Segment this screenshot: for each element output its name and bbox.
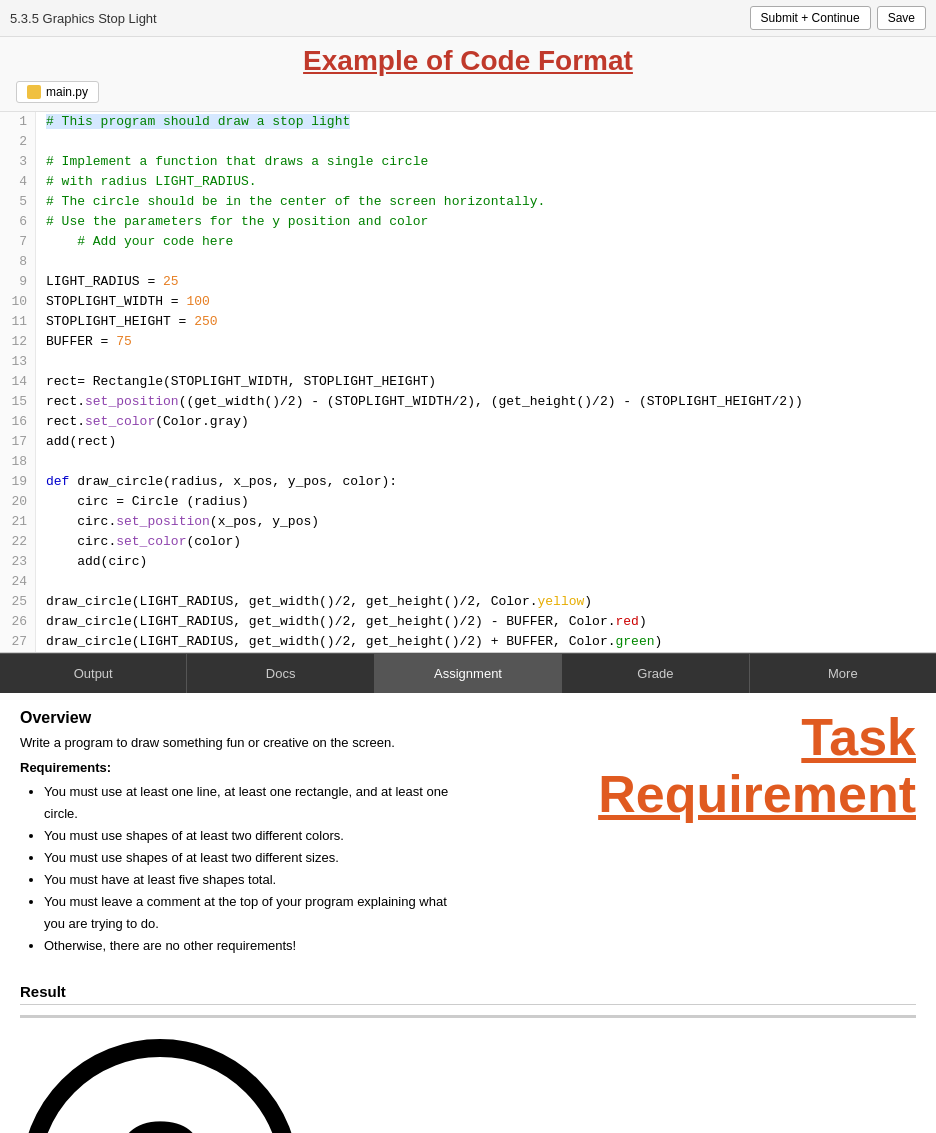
tab-docs[interactable]: Docs <box>187 654 374 693</box>
result-section: Result ? <box>0 973 936 1133</box>
file-tab-label: main.py <box>46 85 88 99</box>
example-title: Example of Code Format <box>16 45 920 77</box>
assignment-panel: Overview Write a program to draw somethi… <box>0 693 936 973</box>
toolbar-buttons: Submit + Continue Save <box>750 6 926 30</box>
result-title: Result <box>20 983 916 1005</box>
code-header: Example of Code Format main.py <box>0 37 936 112</box>
overview-description: Write a program to draw something fun or… <box>20 735 466 750</box>
python-icon <box>27 85 41 99</box>
save-button[interactable]: Save <box>877 6 926 30</box>
question-mark-svg: ? <box>20 1038 300 1133</box>
result-divider <box>20 1015 916 1018</box>
assignment-left: Overview Write a program to draw somethi… <box>20 709 466 957</box>
tab-assignment[interactable]: Assignment <box>375 654 562 693</box>
code-section: Example of Code Format main.py 12345 678… <box>0 37 936 653</box>
req-item: You must have at least five shapes total… <box>44 869 466 891</box>
result-image-area: ? <box>20 1028 916 1133</box>
code-body: 12345 678910 1112131415 1617181920 21222… <box>0 112 936 652</box>
req-item: You must use at least one line, at least… <box>44 781 466 825</box>
line-numbers: 12345 678910 1112131415 1617181920 21222… <box>0 112 36 652</box>
tab-more[interactable]: More <box>750 654 936 693</box>
req-item: Otherwise, there are no other requiremen… <box>44 935 466 957</box>
tab-output[interactable]: Output <box>0 654 187 693</box>
svg-text:?: ? <box>111 1088 209 1133</box>
tab-grade[interactable]: Grade <box>562 654 749 693</box>
assignment-content: Overview Write a program to draw somethi… <box>20 709 916 957</box>
app-title: 5.3.5 Graphics Stop Light <box>10 11 157 26</box>
submit-continue-button[interactable]: Submit + Continue <box>750 6 871 30</box>
code-editor[interactable]: # This program should draw a stop light … <box>36 112 936 652</box>
file-tab[interactable]: main.py <box>16 81 99 103</box>
assignment-right: Task Requirement <box>466 709 916 823</box>
overview-title: Overview <box>20 709 466 727</box>
title-bar: 5.3.5 Graphics Stop Light Submit + Conti… <box>0 0 936 37</box>
task-requirement-title: Task Requirement <box>486 709 916 823</box>
requirements-title: Requirements: <box>20 760 466 775</box>
req-item: You must use shapes of at least two diff… <box>44 825 466 847</box>
tabs-bar: Output Docs Assignment Grade More <box>0 653 936 693</box>
req-item: You must leave a comment at the top of y… <box>44 891 466 935</box>
requirements-list: You must use at least one line, at least… <box>20 781 466 957</box>
req-item: You must use shapes of at least two diff… <box>44 847 466 869</box>
